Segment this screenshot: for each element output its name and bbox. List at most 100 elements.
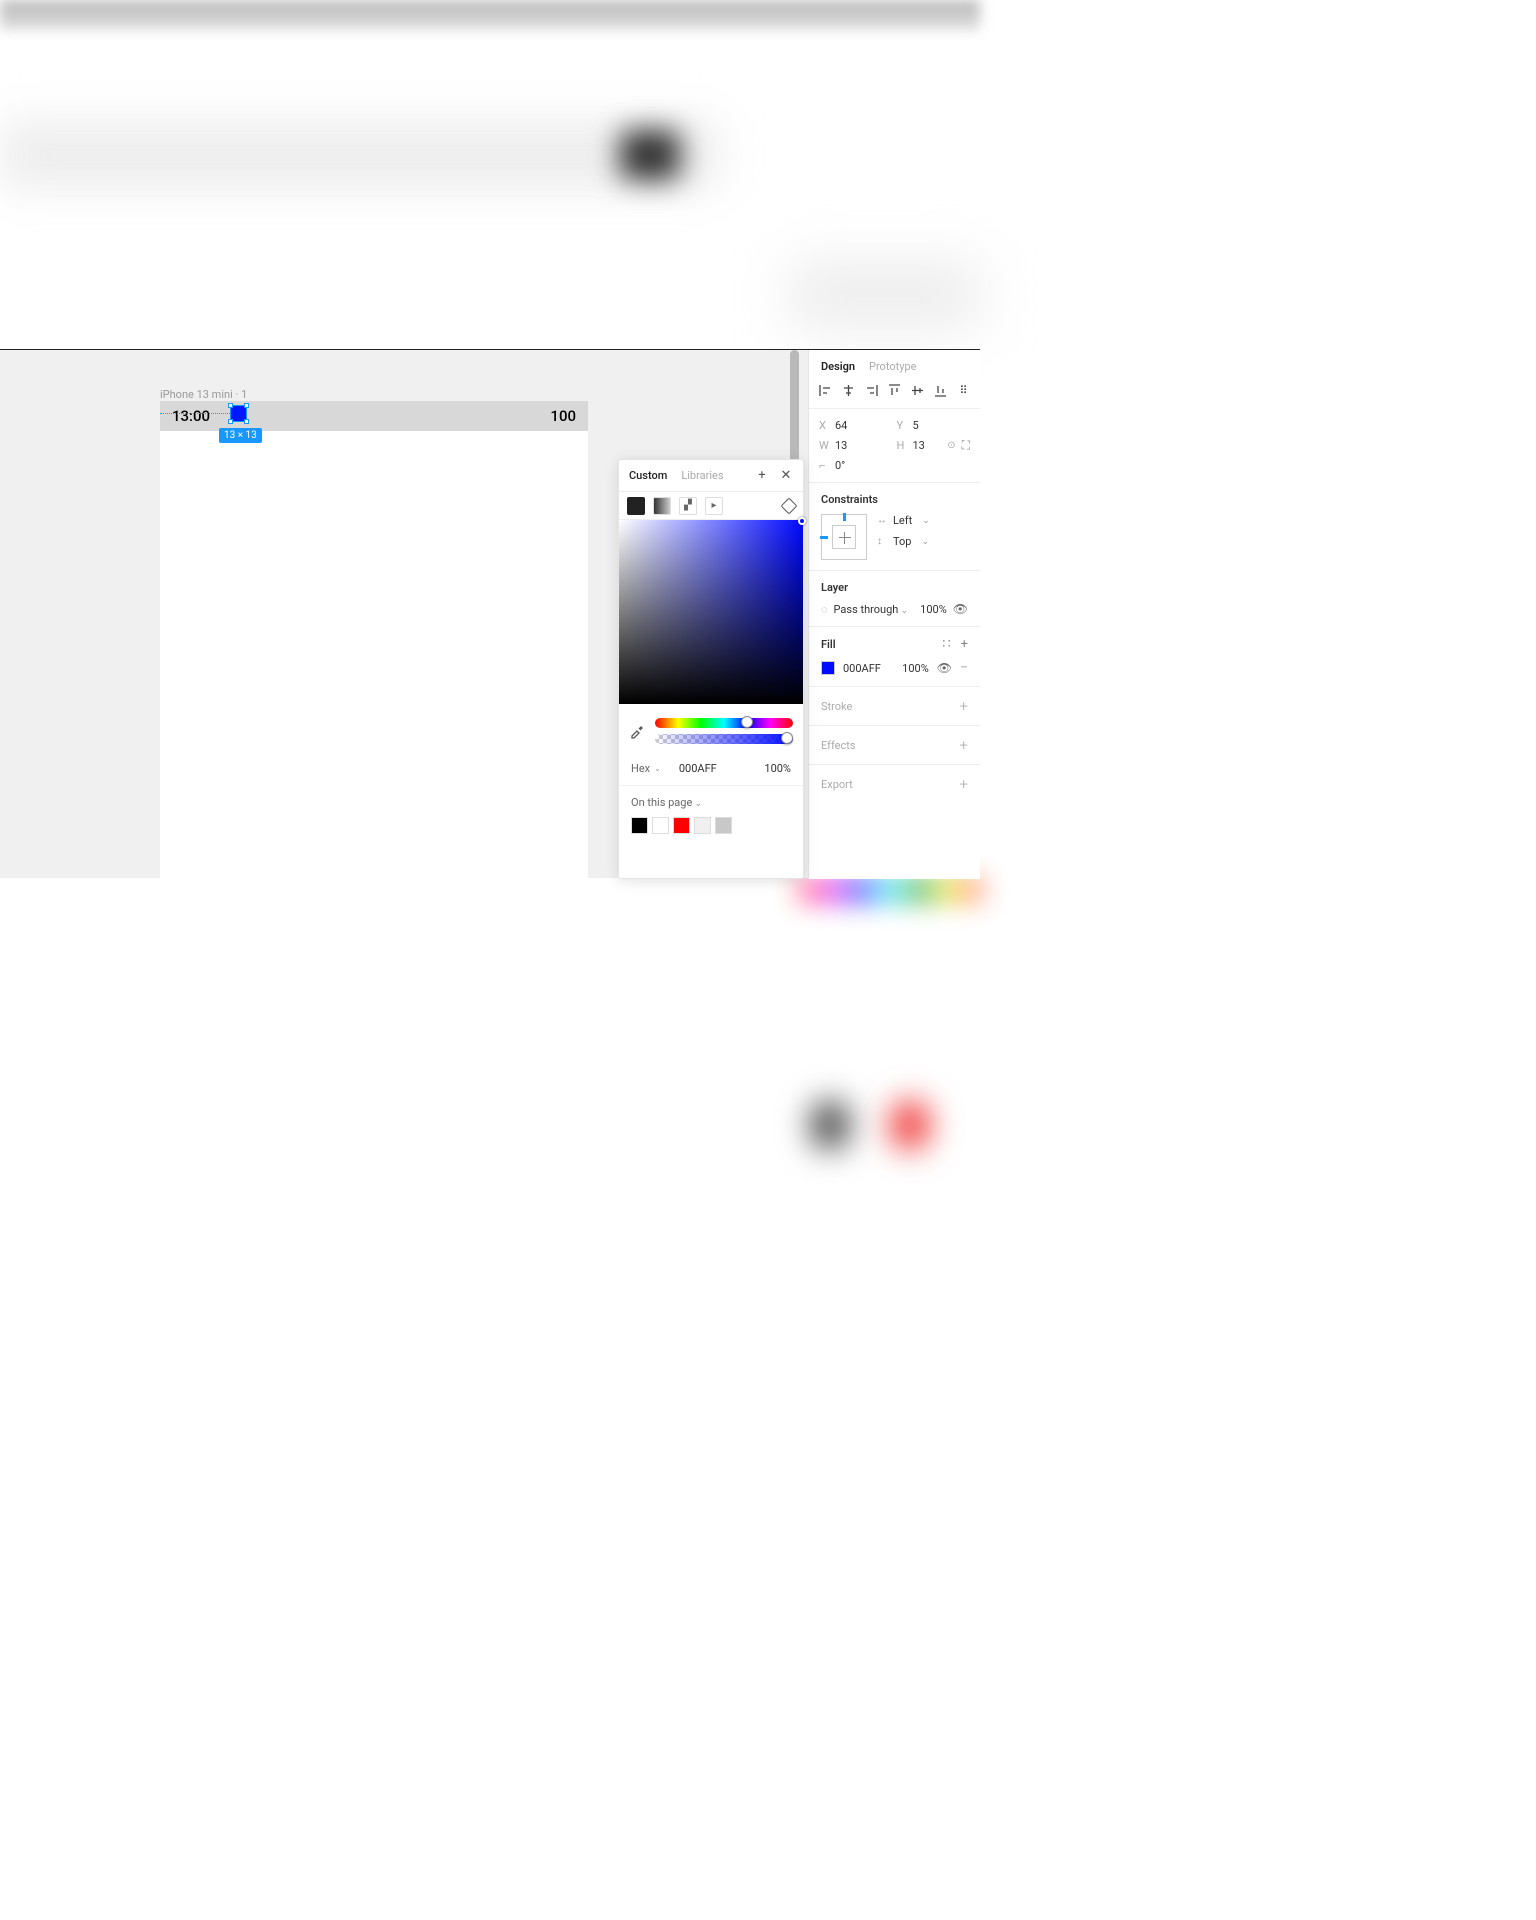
align-vcenter-icon[interactable]: [911, 383, 924, 398]
transform-section: X 64 Y5 W 13 H 13 ⊙ ⛶ ⌐ 0°: [809, 409, 980, 483]
align-top-icon[interactable]: [888, 383, 901, 398]
fill-opacity-input[interactable]: 100%: [902, 662, 929, 675]
tab-prototype[interactable]: Prototype: [869, 360, 916, 373]
layer-section: Layer ◌ Pass through 100% 👁: [809, 571, 980, 627]
fill-video-button[interactable]: ▸: [705, 497, 723, 515]
inspector-panel: Design Prototype ⠿ X64 Y5 W13 H13⊙⛶ ⌐0° …: [808, 350, 980, 879]
inspector-tabs: Design Prototype: [809, 350, 980, 381]
tab-design[interactable]: Design: [821, 360, 855, 373]
add-style-icon[interactable]: +: [755, 468, 769, 483]
picker-header: Custom Libraries + ✕: [619, 460, 803, 492]
swatch-row: [631, 817, 791, 834]
align-left-icon[interactable]: [819, 383, 832, 398]
constraint-h-select[interactable]: ↔Left: [877, 514, 930, 527]
visibility-icon[interactable]: 👁: [953, 602, 968, 616]
frame-iphone13mini[interactable]: 13:00 100: [160, 401, 588, 878]
swatch[interactable]: [631, 817, 648, 834]
on-this-page-toggle[interactable]: On this page: [631, 796, 791, 809]
hex-input[interactable]: 000AFF: [679, 762, 765, 775]
w-input[interactable]: 13: [835, 439, 893, 452]
constraints-widget[interactable]: [821, 514, 867, 560]
align-bottom-icon[interactable]: [934, 383, 947, 398]
selection-guide: [160, 413, 230, 414]
layer-title: Layer: [821, 581, 968, 594]
fill-hex-input[interactable]: 000AFF: [843, 662, 894, 675]
add-stroke-icon[interactable]: +: [960, 697, 968, 715]
figma-app: iPhone 13 mini · 1 13:00 100 13 × 13 Cus…: [0, 349, 980, 878]
h-input[interactable]: 13: [913, 439, 942, 452]
alpha-slider[interactable]: [655, 734, 793, 744]
opacity-input[interactable]: 100%: [764, 762, 791, 775]
x-label: X: [819, 419, 829, 432]
pin-left[interactable]: [820, 536, 828, 539]
fill-gradient-button[interactable]: [653, 497, 671, 515]
h-label: H: [897, 439, 907, 452]
hex-row: Hex ⌄ 000AFF 100%: [619, 758, 803, 785]
y-input[interactable]: 5: [913, 419, 971, 432]
add-fill-icon[interactable]: +: [961, 637, 968, 652]
swatch[interactable]: [673, 817, 690, 834]
stroke-section: Stroke +: [809, 687, 980, 726]
on-this-page-section: On this page: [619, 785, 803, 844]
eyedropper-icon[interactable]: [629, 723, 645, 739]
resize-handle-sw[interactable]: [228, 419, 233, 424]
x-input[interactable]: 64: [835, 419, 893, 432]
fill-image-button[interactable]: ▞: [679, 497, 697, 515]
resize-handle-se[interactable]: [244, 419, 249, 424]
constraints-title: Constraints: [821, 493, 968, 506]
resize-handle-nw[interactable]: [228, 403, 233, 408]
hue-thumb[interactable]: [741, 716, 753, 728]
constraint-v-select[interactable]: ↕Top: [877, 535, 930, 548]
status-time: 13:00: [172, 407, 210, 425]
hue-slider[interactable]: [655, 718, 793, 728]
add-effect-icon[interactable]: +: [960, 736, 968, 754]
pin-top[interactable]: [843, 513, 846, 521]
picker-tab-custom[interactable]: Custom: [629, 469, 667, 482]
picker-tab-libraries[interactable]: Libraries: [681, 469, 723, 482]
close-icon[interactable]: ✕: [779, 468, 793, 483]
w-label: W: [819, 439, 829, 452]
chevron-down-icon[interactable]: ⌄: [654, 764, 661, 773]
sv-thumb[interactable]: [798, 517, 806, 525]
swatch[interactable]: [694, 817, 711, 834]
blend-mode-select[interactable]: Pass through: [834, 603, 915, 616]
add-export-icon[interactable]: +: [960, 775, 968, 793]
fill-type-strip: ▞ ▸: [619, 492, 803, 520]
export-title: Export: [821, 778, 853, 791]
swatch[interactable]: [715, 817, 732, 834]
fill-swatch[interactable]: [821, 661, 835, 675]
align-hcenter-icon[interactable]: [842, 383, 855, 398]
y-label: Y: [897, 419, 907, 432]
fill-title: Fill: [821, 638, 836, 651]
color-picker-popover: Custom Libraries + ✕ ▞ ▸ Hex ⌄: [618, 459, 804, 879]
remove-fill-icon[interactable]: −: [960, 660, 968, 676]
layer-opacity-input[interactable]: 100%: [920, 603, 947, 616]
fill-solid-button[interactable]: [627, 497, 645, 515]
dimensions-badge: 13 × 13: [219, 428, 262, 443]
more-align-icon[interactable]: ⠿: [957, 383, 970, 398]
rotation-input[interactable]: 0°: [835, 459, 893, 472]
export-section: Export +: [809, 765, 980, 803]
fill-visibility-icon[interactable]: 👁: [937, 661, 952, 675]
constrain-ratio-icon[interactable]: ⛶: [962, 438, 970, 453]
align-right-icon[interactable]: [865, 383, 878, 398]
effects-section: Effects +: [809, 726, 980, 765]
effects-title: Effects: [821, 739, 856, 752]
align-row: ⠿: [809, 381, 980, 409]
resize-handle-ne[interactable]: [244, 403, 249, 408]
alpha-thumb[interactable]: [781, 732, 793, 744]
wh-mode-icon[interactable]: ⊙: [947, 440, 955, 451]
fill-styles-icon[interactable]: ∷: [942, 637, 950, 652]
rotation-label: ⌐: [819, 459, 829, 472]
stroke-title: Stroke: [821, 700, 852, 713]
blend-mode-icon[interactable]: [781, 497, 798, 514]
swatch[interactable]: [652, 817, 669, 834]
saturation-value-box[interactable]: [619, 520, 803, 704]
slider-row: [619, 704, 803, 758]
fill-section: Fill ∷ + 000AFF 100% 👁 −: [809, 627, 980, 687]
color-model-select[interactable]: Hex: [631, 762, 650, 775]
frame-label[interactable]: iPhone 13 mini · 1: [160, 388, 247, 401]
status-bar: 13:00 100: [160, 401, 588, 431]
constraints-section: Constraints ↔Left ↕Top: [809, 483, 980, 571]
status-battery: 100: [550, 407, 576, 425]
